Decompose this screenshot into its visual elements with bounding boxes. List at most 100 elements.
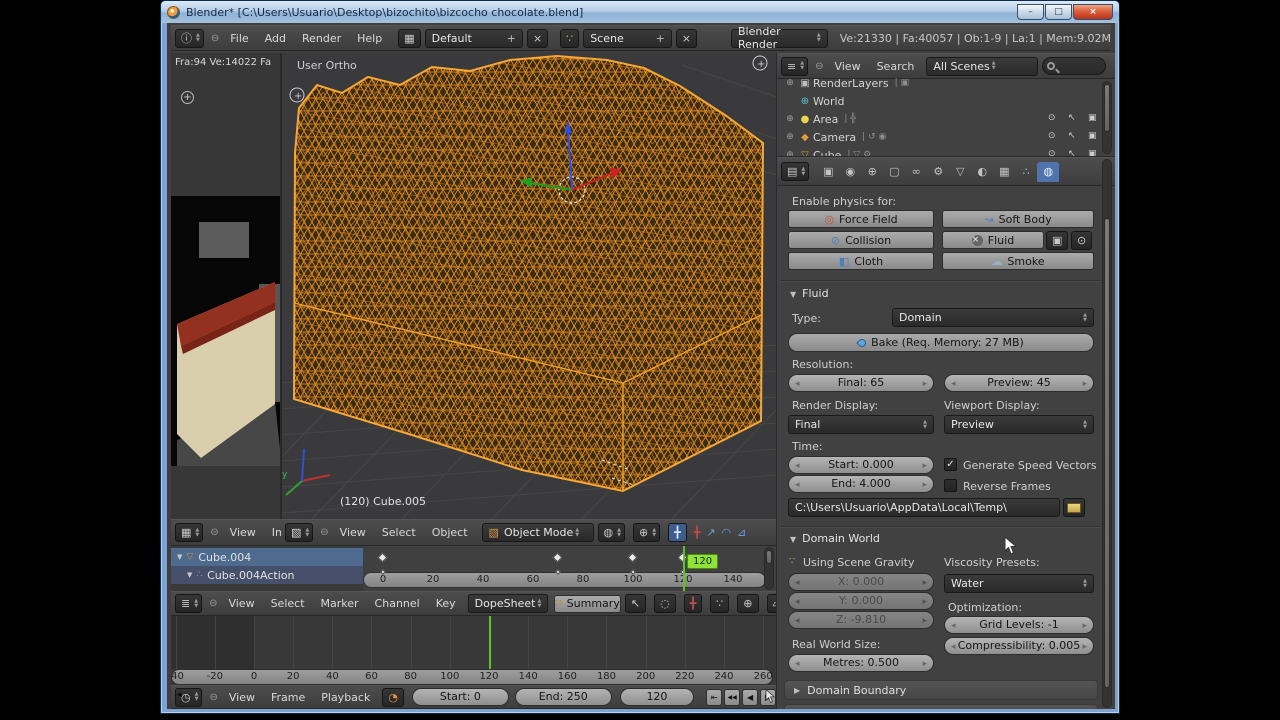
fluid-button[interactable]: × Fluid bbox=[942, 231, 1044, 249]
force-field-button[interactable]: ◎ Force Field bbox=[788, 210, 934, 228]
collapse-menus-icon[interactable]: ⊖ bbox=[209, 598, 217, 609]
fluid-eye-toggle[interactable]: ⊙ bbox=[1071, 231, 1093, 250]
unlink-scene-button[interactable]: × bbox=[675, 28, 698, 48]
filter-world-button[interactable]: ⊕ bbox=[737, 594, 759, 613]
outliner-item-cube[interactable]: ⊕ ▽ Cube | ▽ ⚙ ⊙ ↖ ▣ bbox=[777, 146, 1115, 157]
editor-type-3dview[interactable]: ▧ bbox=[285, 523, 314, 542]
rotate-manipulator-icon[interactable]: ◠ bbox=[719, 526, 735, 539]
eye-toggle-icon[interactable]: ⊙ bbox=[1048, 131, 1056, 141]
cache-path-field[interactable]: C:\Users\Usuario\AppData\Local\Temp\ bbox=[788, 498, 1060, 517]
render-display-dropdown[interactable]: Final bbox=[788, 415, 934, 434]
gravity-y-field[interactable]: Y: 0.000 bbox=[788, 592, 934, 610]
tab-world-icon[interactable]: ⊕ bbox=[861, 162, 883, 182]
dopesheet-keyframe-area[interactable]: 020406080100120140120 bbox=[363, 546, 776, 591]
menu-image[interactable]: Image bbox=[264, 526, 281, 539]
dopesheet-ruler-bar[interactable] bbox=[363, 572, 766, 588]
domain-boundary-panel-header[interactable]: Domain Boundary bbox=[784, 680, 1098, 700]
previous-keyframe-button[interactable]: ◀◀ bbox=[724, 688, 741, 706]
outliner-item-area[interactable]: ⊕ ● Area | ╬ ⊙ ↖ ▣ bbox=[777, 110, 1115, 128]
mode-dropdown[interactable]: ▧ Object Mode bbox=[481, 523, 594, 542]
unlink-layout-button[interactable]: × bbox=[526, 28, 549, 48]
menu-help[interactable]: Help bbox=[349, 32, 390, 45]
expand-panel-icon[interactable]: + bbox=[181, 91, 194, 104]
jump-to-start-button[interactable]: ⇤ bbox=[706, 688, 723, 706]
tab-material-icon[interactable]: ◐ bbox=[971, 162, 993, 182]
browse-folder-button[interactable] bbox=[1063, 498, 1085, 517]
scale-manipulator-icon[interactable]: ⊿ bbox=[734, 526, 749, 539]
menu-object[interactable]: Object bbox=[424, 526, 476, 539]
menu-view[interactable]: View bbox=[220, 597, 262, 610]
expand-icon[interactable]: ⊕ bbox=[783, 132, 797, 142]
menu-select[interactable]: Select bbox=[263, 597, 313, 610]
menu-channel[interactable]: Channel bbox=[367, 597, 428, 610]
outliner-item-camera[interactable]: ⊕ ◆ Camera | ↺ ◉ ⊙ ↖ ▣ bbox=[777, 128, 1115, 146]
scene-browse-button[interactable]: ∵ bbox=[560, 28, 580, 48]
keyframe-diamond[interactable] bbox=[627, 552, 638, 563]
pivot-dropdown[interactable]: ⊕ bbox=[633, 523, 661, 542]
time-start-field[interactable]: Start: 0.000 bbox=[788, 456, 934, 474]
menu-marker[interactable]: Marker bbox=[313, 597, 367, 610]
bake-button[interactable]: Bake (Req. Memory: 27 MB) bbox=[788, 333, 1094, 352]
compressibility-field[interactable]: Compressibility: 0.005 bbox=[944, 637, 1094, 655]
titlebar[interactable]: Blender* [C:\Users\Usuario\Desktop\bizoc… bbox=[161, 1, 1119, 23]
tab-render-icon[interactable]: ▣ bbox=[817, 162, 839, 182]
menu-playback[interactable]: Playback bbox=[313, 691, 378, 704]
eye-toggle-icon[interactable]: ⊙ bbox=[1048, 149, 1056, 156]
gravity-x-field[interactable]: X: 0.000 bbox=[788, 573, 934, 591]
arrow-manipulator-icon[interactable]: ↗ bbox=[703, 526, 718, 539]
smoke-button[interactable]: ☁ Smoke bbox=[942, 252, 1094, 270]
play-reverse-button[interactable]: ◀ bbox=[742, 688, 759, 706]
tab-modifiers-icon[interactable]: ⚙ bbox=[927, 162, 949, 182]
filter-screen-button[interactable]: ▱ bbox=[766, 594, 776, 613]
expand-channel-icon[interactable]: ▼ bbox=[187, 571, 192, 579]
close-button[interactable]: × bbox=[1073, 4, 1113, 20]
translate-manipulator-icon[interactable]: ╋ bbox=[691, 526, 704, 539]
editor-type-properties[interactable]: ▤ bbox=[781, 162, 810, 181]
collapse-menus-icon[interactable]: ⊖ bbox=[211, 33, 219, 44]
menu-view[interactable]: View bbox=[332, 526, 374, 539]
filter-scene-button[interactable]: ∵ bbox=[710, 594, 730, 613]
collapse-menus-icon[interactable]: ⊖ bbox=[209, 692, 217, 703]
speed-vectors-checkbox[interactable]: ✓ bbox=[944, 458, 957, 471]
dopesheet-mode-dropdown[interactable]: DopeSheet bbox=[467, 594, 549, 613]
grid-levels-field[interactable]: Grid Levels: -1 bbox=[944, 616, 1094, 634]
viewport-display-dropdown[interactable]: Preview bbox=[944, 415, 1094, 434]
dopesheet-vscrollbar[interactable] bbox=[764, 547, 774, 590]
soft-body-button[interactable]: ↝ Soft Body bbox=[942, 210, 1094, 228]
menu-add[interactable]: Add bbox=[257, 32, 294, 45]
expand-icon[interactable]: ⊕ bbox=[783, 78, 797, 88]
tab-constraints-icon[interactable]: ∞ bbox=[905, 162, 927, 182]
collision-button[interactable]: ⊘ Collision bbox=[788, 231, 934, 249]
outliner-item-renderlayers[interactable]: ⊕ ▣ RenderLayers | ▣ bbox=[777, 74, 1115, 92]
domain-particles-panel-header[interactable]: Domain Particles bbox=[784, 704, 1098, 709]
fluid-render-toggle[interactable]: ▣ bbox=[1046, 231, 1069, 250]
outliner-scrollbar[interactable] bbox=[1102, 81, 1112, 154]
cloth-button[interactable]: ◧ Cloth bbox=[788, 252, 934, 270]
keyframe-diamond[interactable] bbox=[552, 552, 563, 563]
frame-start-field[interactable]: Start: 0 bbox=[411, 688, 509, 706]
expand-channel-icon[interactable]: ▼ bbox=[177, 553, 182, 561]
tab-object-icon[interactable]: ▢ bbox=[883, 162, 905, 182]
editor-type-image[interactable]: ▦ bbox=[175, 523, 204, 542]
viewport-3d[interactable]: y + + User Ortho (120) Cube.005 bbox=[281, 53, 776, 519]
menu-select[interactable]: Select bbox=[374, 526, 424, 539]
shading-dropdown[interactable]: ◍ bbox=[597, 523, 625, 542]
autokey-clock-button[interactable]: ◔ bbox=[382, 687, 404, 707]
outliner[interactable]: ≡ ⊖ ViewSearch All Scenes ⊕▣RenderLayers… bbox=[776, 53, 1115, 156]
select-toggle-icon[interactable]: ↖ bbox=[1068, 149, 1076, 156]
ghost-button[interactable]: ◌ bbox=[654, 594, 676, 613]
menu-frame[interactable]: Frame bbox=[263, 691, 313, 704]
menu-render[interactable]: Render bbox=[294, 32, 349, 45]
add-scene-icon[interactable]: + bbox=[656, 32, 665, 45]
tab-scene-icon[interactable]: ◉ bbox=[839, 162, 861, 182]
scene-field[interactable]: Scene + bbox=[583, 28, 672, 48]
gravity-z-field[interactable]: Z: -9.810 bbox=[788, 611, 934, 629]
tab-texture-icon[interactable]: ▦ bbox=[993, 162, 1015, 182]
screen-layout-browse-button[interactable]: ▦ bbox=[398, 28, 421, 48]
timeline-playhead[interactable] bbox=[488, 616, 491, 669]
scene-gravity-label[interactable]: Using Scene Gravity bbox=[803, 556, 915, 569]
screen-layout-field[interactable]: Default + bbox=[424, 28, 523, 48]
menu-view[interactable]: View bbox=[222, 526, 264, 539]
preview-resolution-field[interactable]: Preview: 45 bbox=[944, 374, 1094, 392]
summary-toggle[interactable]: ∷ Summary bbox=[554, 594, 621, 613]
